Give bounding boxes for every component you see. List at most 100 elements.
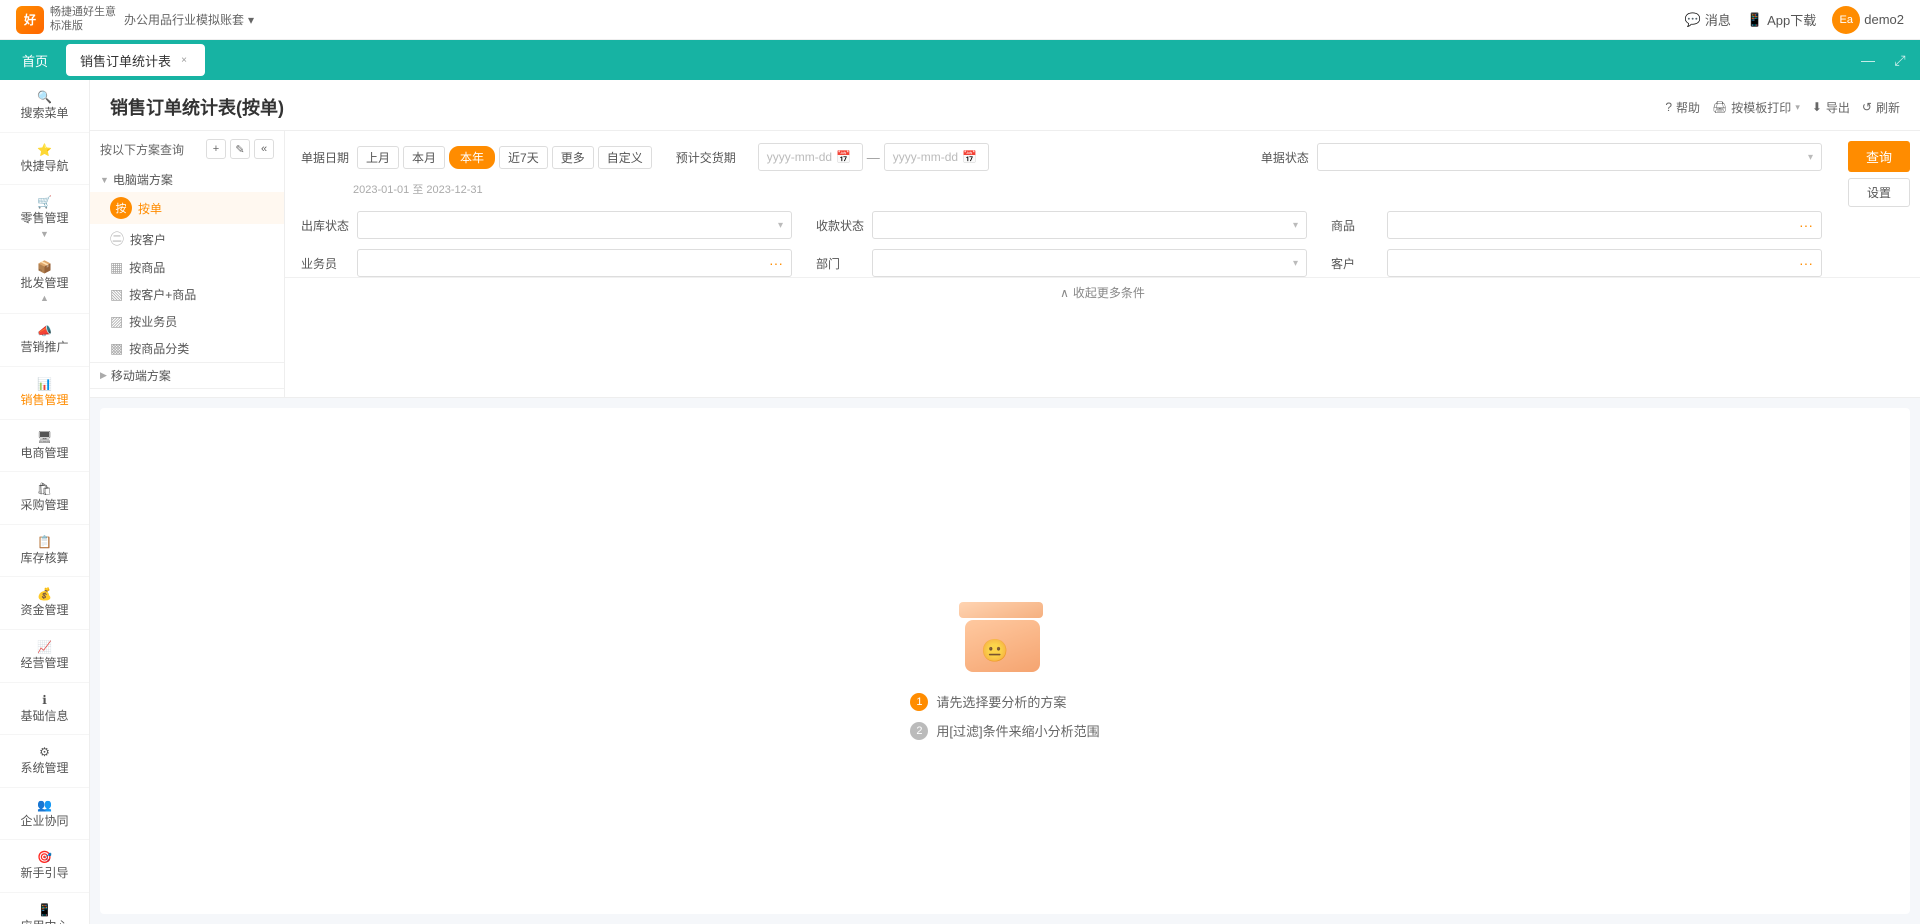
- expected-date-group: 预计交货期 yyyy-mm-dd 📅 — yyyy-mm-dd: [676, 143, 1237, 171]
- sidebar-label-finance: 资金管理: [20, 603, 68, 619]
- scheme-item-customer[interactable]: ㊁ 按客户: [90, 224, 284, 254]
- sidebar-item-purchase[interactable]: 🛍 采购管理: [0, 472, 89, 525]
- breadcrumb-arrow: ▾: [248, 13, 254, 27]
- scheme-item-goods-icon: ▦: [110, 259, 123, 276]
- right-side: 单据日期 上月 本月 本年 近7天 更多 自定义: [285, 131, 1920, 397]
- page-title: 销售订单统计表(按单): [110, 94, 284, 120]
- date-btn-this-year[interactable]: 本年: [449, 146, 495, 169]
- main-layout: 🔍 搜索菜单 ⭐ 快捷导航 🛒 零售管理 ▼ 📦 批发管理 ▲ 📣 营销推广: [0, 80, 1920, 924]
- query-button[interactable]: 查询: [1848, 141, 1910, 172]
- scheme-item-category-label: 按商品分类: [129, 340, 189, 357]
- app-download-icon: 📱: [1747, 12, 1763, 28]
- date-from-placeholder: yyyy-mm-dd: [767, 150, 832, 164]
- empty-tips: 1 请先选择要分析的方案 2 用[过滤]条件来缩小分析范围: [910, 692, 1099, 740]
- export-btn[interactable]: ⬇ 导出: [1812, 99, 1850, 116]
- scheme-mobile-arrow: ▶: [100, 370, 107, 381]
- basic-icon: ℹ: [42, 693, 47, 707]
- sidebar-item-retail[interactable]: 🛒 零售管理 ▼: [0, 185, 89, 250]
- scheme-item-goods[interactable]: ▦ 按商品: [90, 254, 284, 281]
- sidebar-item-cooperation[interactable]: 👥 企业协同: [0, 788, 89, 841]
- scheme-item-goods-label: 按商品: [129, 259, 165, 276]
- sidebar-item-finance[interactable]: 💰 资金管理: [0, 577, 89, 630]
- sidebar-item-ecommerce[interactable]: 🖥 电商管理: [0, 420, 89, 473]
- sidebar-item-appcenter[interactable]: 📱 应用中心: [0, 893, 89, 924]
- ship-status-label: 出库状态: [301, 217, 351, 234]
- empty-illustration: 😐: [945, 582, 1065, 672]
- customer-input[interactable]: ···: [1387, 249, 1822, 277]
- sidebar-item-guide[interactable]: 🎯 新手引导: [0, 840, 89, 893]
- maximize-icon: ⤢: [1894, 52, 1905, 69]
- collapse-btn[interactable]: ∧ 收起更多条件: [285, 277, 1920, 307]
- print-label: 按模板打印: [1731, 99, 1791, 116]
- goods-input[interactable]: ···: [1387, 211, 1822, 239]
- breadcrumb-dropdown[interactable]: 办公用品行业模拟账套 ▾: [124, 11, 254, 28]
- order-status-select[interactable]: ▾: [1317, 143, 1822, 171]
- filter-row-1: 单据日期 上月 本月 本年 近7天 更多 自定义: [301, 143, 1822, 171]
- sidebar-item-marketing[interactable]: 📣 营销推广: [0, 314, 89, 367]
- date-btn-more[interactable]: 更多: [552, 146, 594, 169]
- tab-active[interactable]: 销售订单统计表 ×: [66, 44, 205, 76]
- sidebar-item-wholesale[interactable]: 📦 批发管理 ▲: [0, 250, 89, 315]
- purchase-icon: 🛍: [37, 482, 52, 496]
- page-header: 销售订单统计表(按单) ? 帮助 🖨 按模板打印 ▾ ⬇ 导出 ↺ 刷新: [90, 80, 1920, 131]
- setting-button[interactable]: 设置: [1848, 178, 1910, 207]
- sidebar-label-guide: 新手引导: [20, 866, 68, 882]
- scheme-item-salesperson[interactable]: ▨ 按业务员: [90, 308, 284, 335]
- sidebar-item-system[interactable]: ⚙ 系统管理: [0, 735, 89, 788]
- date-to-placeholder: yyyy-mm-dd: [893, 150, 958, 164]
- scheme-pc-header[interactable]: ▼ 电脑端方案: [90, 167, 284, 192]
- sidebar-item-search[interactable]: 🔍 搜索菜单: [0, 80, 89, 133]
- topbar-right: 💬 消息 📱 App下载 Ea demo2: [1685, 6, 1904, 34]
- empty-tip-1: 1 请先选择要分析的方案: [910, 692, 1099, 711]
- salesperson-more-icon[interactable]: ···: [769, 255, 783, 271]
- cal-from-icon: 📅: [836, 150, 851, 164]
- date-btn-this-month[interactable]: 本月: [403, 146, 445, 169]
- date-btn-custom[interactable]: 自定义: [598, 146, 652, 169]
- scheme-collapse-btn[interactable]: «: [254, 139, 274, 159]
- sidebar: 🔍 搜索菜单 ⭐ 快捷导航 🛒 零售管理 ▼ 📦 批发管理 ▲ 📣 营销推广: [0, 80, 90, 924]
- refresh-btn[interactable]: ↺ 刷新: [1862, 99, 1900, 116]
- finance-icon: 💰: [37, 587, 52, 601]
- date-to-input[interactable]: yyyy-mm-dd 📅: [884, 143, 989, 171]
- scheme-item-order[interactable]: 按 按单: [90, 192, 284, 224]
- date-btn-7days[interactable]: 近7天: [499, 146, 548, 169]
- logo-line2: 标准版: [50, 20, 116, 33]
- empty-hint-2: 用[过滤]条件来缩小分析范围: [936, 721, 1099, 740]
- tab-home[interactable]: 首页: [8, 44, 62, 76]
- scheme-item-category[interactable]: ▩ 按商品分类: [90, 335, 284, 362]
- sidebar-item-inventory[interactable]: 📋 库存核算: [0, 525, 89, 578]
- tab-minimize-btn[interactable]: —: [1856, 48, 1880, 72]
- wholesale-arrow: ▲: [40, 293, 49, 303]
- goods-more-icon[interactable]: ···: [1799, 217, 1813, 233]
- payment-status-arrow: ▾: [1293, 220, 1298, 231]
- empty-state: 😐 1 请先选择要分析的方案 2 用[过滤]条件来缩小分析范围: [910, 582, 1099, 740]
- sidebar-label-purchase: 采购管理: [20, 498, 68, 514]
- scheme-item-customer-goods[interactable]: ▧ 按客户+商品: [90, 281, 284, 308]
- print-btn[interactable]: 🖨 按模板打印 ▾: [1712, 99, 1800, 116]
- user-menu[interactable]: Ea demo2: [1832, 6, 1904, 34]
- scheme-mobile-group: ▶ 移动端方案: [90, 363, 284, 389]
- customer-more-icon[interactable]: ···: [1799, 255, 1813, 271]
- app-download-btn[interactable]: 📱 App下载: [1747, 10, 1816, 29]
- payment-status-select[interactable]: ▾: [872, 211, 1307, 239]
- tab-maximize-btn[interactable]: ⤢: [1888, 48, 1912, 72]
- sidebar-item-quicknav[interactable]: ⭐ 快捷导航: [0, 133, 89, 186]
- tab-close-icon[interactable]: ×: [177, 53, 191, 67]
- date-btn-last-month[interactable]: 上月: [357, 146, 399, 169]
- department-select[interactable]: ▾: [872, 249, 1307, 277]
- scheme-actions: + ✎ «: [206, 139, 274, 159]
- quicknav-icon: ⭐: [37, 143, 52, 157]
- help-btn[interactable]: ? 帮助: [1665, 99, 1700, 116]
- sidebar-item-basic[interactable]: ℹ 基础信息: [0, 683, 89, 736]
- scheme-add-btn[interactable]: +: [206, 139, 226, 159]
- scheme-mobile-header[interactable]: ▶ 移动端方案: [90, 363, 284, 388]
- ship-status-select[interactable]: ▾: [357, 211, 792, 239]
- date-from-input[interactable]: yyyy-mm-dd 📅: [758, 143, 863, 171]
- scheme-edit-btn[interactable]: ✎: [230, 139, 250, 159]
- salesperson-input[interactable]: ···: [357, 249, 792, 277]
- topbar-left: 好 畅捷通好生意 标准版 办公用品行业模拟账套 ▾: [16, 6, 254, 34]
- message-btn[interactable]: 💬 消息: [1685, 10, 1731, 29]
- sidebar-nav: 🔍 搜索菜单 ⭐ 快捷导航 🛒 零售管理 ▼ 📦 批发管理 ▲ 📣 营销推广: [0, 80, 89, 924]
- sidebar-item-business[interactable]: 📈 经营管理: [0, 630, 89, 683]
- sidebar-item-sales[interactable]: 📊 销售管理: [0, 367, 89, 420]
